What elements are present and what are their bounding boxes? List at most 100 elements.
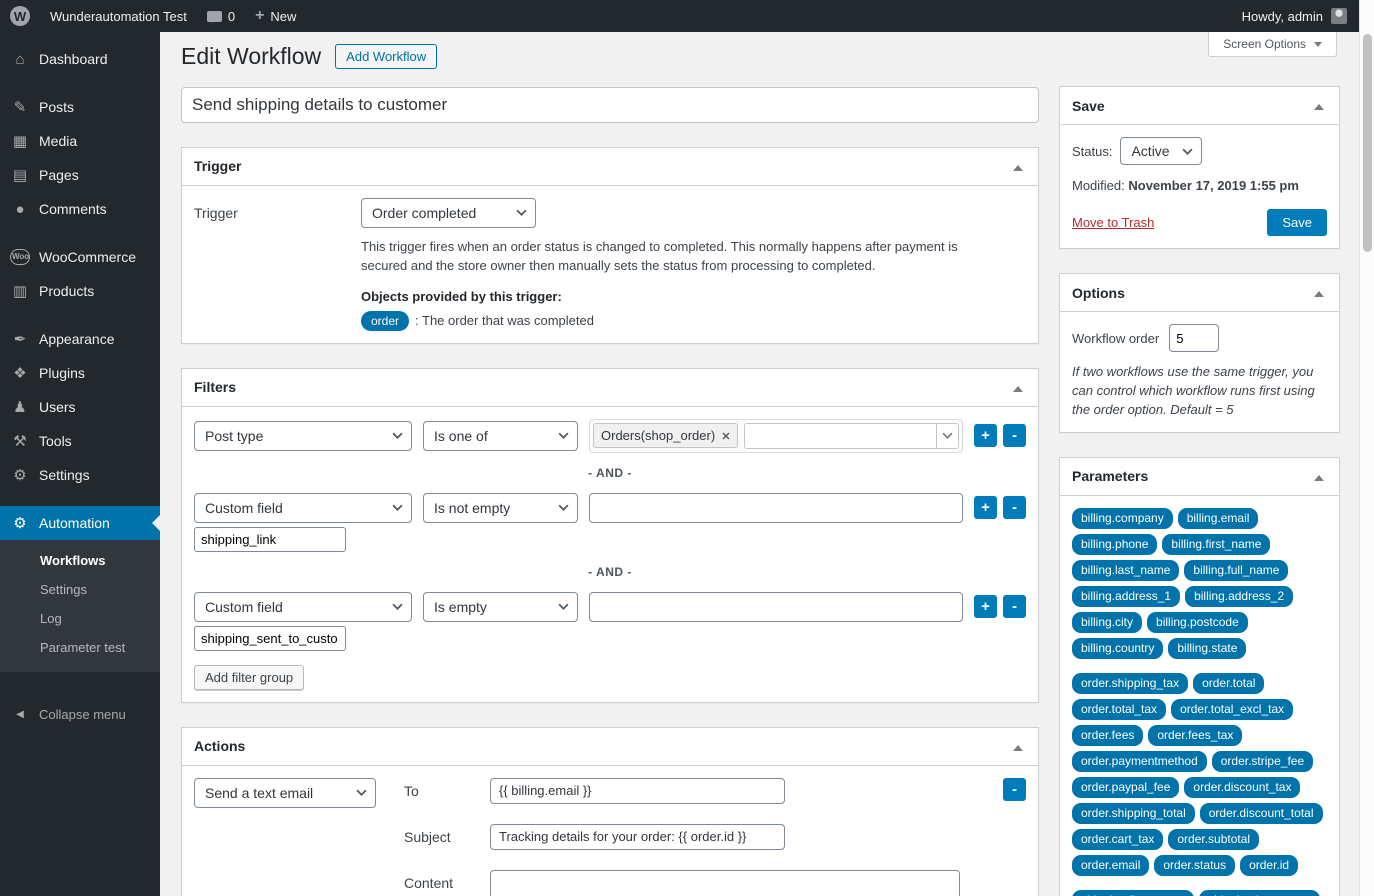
- parameter-badge[interactable]: order.id: [1240, 855, 1298, 876]
- remove-tag-icon[interactable]: [722, 432, 730, 440]
- add-filter-group-button[interactable]: Add filter group: [194, 665, 304, 690]
- submenu-item-settings[interactable]: Settings: [0, 575, 160, 604]
- admin-bar-new[interactable]: + New: [245, 0, 306, 32]
- add-filter-button[interactable]: +: [974, 496, 997, 519]
- parameter-badge[interactable]: order.cart_tax: [1072, 829, 1163, 850]
- filter-field-select[interactable]: Custom field: [194, 493, 412, 523]
- parameter-badge[interactable]: order.shipping_total: [1072, 803, 1195, 824]
- parameter-badge[interactable]: billing.full_name: [1184, 560, 1288, 581]
- toggle-panel-icon[interactable]: [1311, 96, 1327, 115]
- trigger-panel-header[interactable]: Trigger: [182, 148, 1038, 186]
- add-filter-button[interactable]: +: [974, 424, 997, 447]
- parameter-badge[interactable]: billing.company: [1072, 508, 1173, 529]
- toggle-panel-icon[interactable]: [1010, 378, 1026, 397]
- sidebar-item-automation[interactable]: ⚙Automation: [0, 506, 160, 540]
- workflow-order-input[interactable]: [1169, 324, 1219, 352]
- options-panel-header[interactable]: Options: [1060, 274, 1339, 312]
- toggle-panel-icon[interactable]: [1010, 157, 1026, 176]
- parameter-badge[interactable]: billing.state: [1168, 638, 1246, 659]
- remove-filter-button[interactable]: -: [1003, 595, 1026, 618]
- save-panel-header[interactable]: Save: [1060, 87, 1339, 125]
- scrollbar-thumb[interactable]: [1363, 34, 1372, 252]
- add-workflow-button[interactable]: Add Workflow: [335, 44, 437, 69]
- filter-value-multiselect[interactable]: Orders(shop_order): [589, 419, 963, 453]
- filter-operator-select[interactable]: Is one of: [423, 421, 578, 451]
- trigger-select[interactable]: Order completed: [361, 198, 536, 228]
- save-button[interactable]: Save: [1267, 209, 1327, 236]
- chevron-down-icon[interactable]: [936, 424, 958, 448]
- custom-field-key-input[interactable]: [194, 626, 346, 651]
- parameter-badge[interactable]: order.stripe_fee: [1212, 751, 1313, 772]
- parameter-badge[interactable]: billing.last_name: [1072, 560, 1179, 581]
- sidebar-item-tools[interactable]: ⚒Tools: [0, 424, 160, 458]
- parameter-badge[interactable]: order.total_excl_tax: [1171, 699, 1293, 720]
- parameter-badge[interactable]: order.discount_tax: [1184, 777, 1300, 798]
- custom-field-key-input[interactable]: [194, 527, 346, 552]
- parameter-badge[interactable]: billing.postcode: [1147, 612, 1248, 633]
- parameter-badge[interactable]: billing.address_2: [1185, 586, 1293, 607]
- parameter-badge[interactable]: billing.email: [1178, 508, 1259, 529]
- multiselect-search-input[interactable]: [745, 424, 936, 448]
- sidebar-item-pages[interactable]: ▤Pages: [0, 158, 160, 192]
- remove-filter-button[interactable]: -: [1003, 496, 1026, 519]
- workflow-title-input[interactable]: [181, 87, 1039, 123]
- filter-operator-select[interactable]: Is not empty: [423, 493, 578, 523]
- sidebar-item-plugins[interactable]: ❖Plugins: [0, 356, 160, 390]
- admin-bar-account[interactable]: Howdy, admin: [1242, 0, 1359, 32]
- add-filter-button[interactable]: +: [974, 595, 997, 618]
- parameter-badge[interactable]: billing.address_1: [1072, 586, 1180, 607]
- filter-field-select[interactable]: Post type: [194, 421, 412, 451]
- sidebar-item-appearance[interactable]: ✒Appearance: [0, 322, 160, 356]
- filter-value-input[interactable]: [589, 493, 963, 523]
- admin-bar-site-name[interactable]: Wunderautomation Test: [40, 0, 197, 32]
- sidebar-item-woocommerce[interactable]: WooWooCommerce: [0, 240, 160, 274]
- filters-panel-header[interactable]: Filters: [182, 369, 1038, 407]
- parameter-badge[interactable]: order.email: [1072, 855, 1149, 876]
- sidebar-item-products[interactable]: ▥Products: [0, 274, 160, 308]
- parameter-badge[interactable]: order.total: [1193, 673, 1264, 694]
- parameter-badge[interactable]: order.discount_total: [1200, 803, 1323, 824]
- submenu-item-parameter-test[interactable]: Parameter test: [0, 633, 160, 662]
- toggle-panel-icon[interactable]: [1311, 467, 1327, 486]
- sidebar-item-posts[interactable]: ✎Posts: [0, 90, 160, 124]
- parameter-badge[interactable]: order.paymentmethod: [1072, 751, 1207, 772]
- wordpress-logo-menu[interactable]: W: [0, 0, 40, 32]
- content-textarea[interactable]: [490, 870, 960, 896]
- parameter-badge[interactable]: order.subtotal: [1168, 829, 1259, 850]
- sidebar-item-comments[interactable]: ●Comments: [0, 192, 160, 226]
- submenu-item-workflows[interactable]: Workflows: [0, 546, 160, 575]
- screen-options-button[interactable]: Screen Options: [1208, 32, 1337, 57]
- parameter-badge[interactable]: order.paypal_fee: [1072, 777, 1179, 798]
- to-input[interactable]: [490, 778, 785, 804]
- parameter-badge[interactable]: billing.first_name: [1162, 534, 1270, 555]
- remove-action-button[interactable]: -: [1003, 778, 1026, 801]
- toggle-panel-icon[interactable]: [1311, 283, 1327, 302]
- parameter-badge[interactable]: billing.phone: [1072, 534, 1157, 555]
- toggle-panel-icon[interactable]: [1010, 737, 1026, 756]
- sidebar-item-settings[interactable]: ⚙Settings: [0, 458, 160, 492]
- remove-filter-button[interactable]: -: [1003, 424, 1026, 447]
- status-select[interactable]: Active: [1120, 137, 1202, 165]
- admin-bar-comments[interactable]: 0: [197, 0, 245, 32]
- sidebar-item-dashboard[interactable]: ⌂Dashboard: [0, 42, 160, 76]
- parameters-panel-header[interactable]: Parameters: [1060, 458, 1339, 496]
- move-to-trash-link[interactable]: Move to Trash: [1072, 215, 1154, 230]
- action-type-select[interactable]: Send a text email: [194, 778, 376, 808]
- actions-panel-header[interactable]: Actions: [182, 728, 1038, 766]
- parameter-badge[interactable]: billing.country: [1072, 638, 1163, 659]
- parameter-badge[interactable]: shipping.first_name: [1072, 890, 1194, 896]
- parameter-badge[interactable]: billing.city: [1072, 612, 1142, 633]
- sidebar-item-media[interactable]: ▦Media: [0, 124, 160, 158]
- filter-value-input[interactable]: [589, 592, 963, 622]
- parameter-badge[interactable]: order.fees_tax: [1148, 725, 1242, 746]
- parameter-badge[interactable]: order.total_tax: [1072, 699, 1166, 720]
- filter-operator-select[interactable]: Is empty: [423, 592, 578, 622]
- sidebar-item-users[interactable]: ♟Users: [0, 390, 160, 424]
- collapse-menu-button[interactable]: ◀ Collapse menu: [0, 698, 160, 731]
- parameter-badge[interactable]: shipping.last_name: [1199, 890, 1320, 896]
- submenu-item-log[interactable]: Log: [0, 604, 160, 633]
- parameter-badge[interactable]: order.status: [1154, 855, 1235, 876]
- filter-field-select[interactable]: Custom field: [194, 592, 412, 622]
- parameter-badge[interactable]: order.fees: [1072, 725, 1143, 746]
- subject-input[interactable]: [490, 824, 785, 850]
